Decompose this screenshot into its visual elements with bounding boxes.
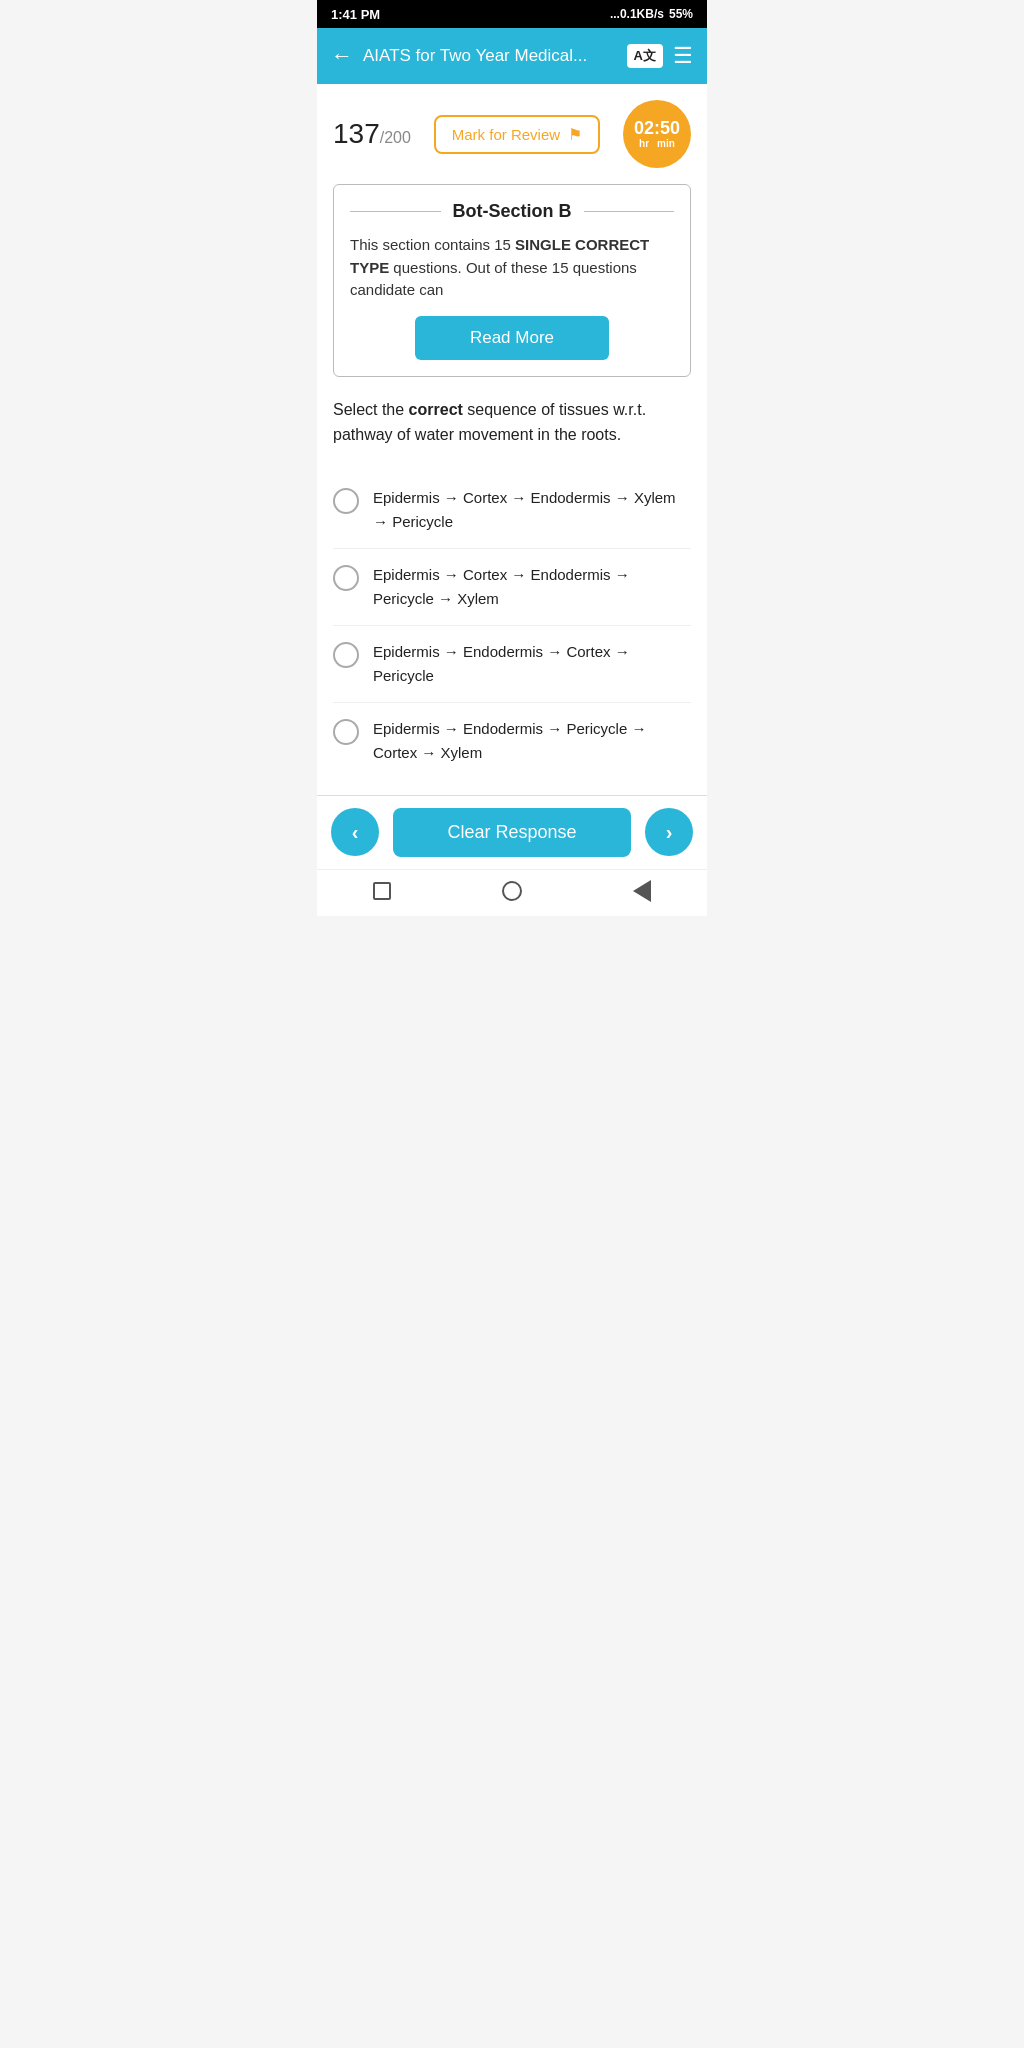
option-c-text: Epidermis → Endodermis → Cortex → Pericy… bbox=[373, 640, 691, 688]
option-b[interactable]: Epidermis → Cortex → Endodermis → Pericy… bbox=[333, 549, 691, 626]
question-header: 137/200 Mark for Review ⚑ 02:50 hr min bbox=[333, 100, 691, 168]
next-icon: › bbox=[666, 821, 673, 844]
option-d-text: Epidermis → Endodermis → Pericycle → Cor… bbox=[373, 717, 691, 765]
section-container: Bot-Section B This section contains 15 S… bbox=[333, 184, 691, 377]
section-title: Bot-Section B bbox=[441, 201, 584, 222]
translate-button[interactable]: A文 bbox=[627, 44, 663, 68]
clear-response-button[interactable]: Clear Response bbox=[393, 808, 631, 857]
section-title-wrap: Bot-Section B bbox=[350, 201, 674, 222]
radio-a[interactable] bbox=[333, 488, 359, 514]
mark-review-label: Mark for Review bbox=[452, 126, 560, 143]
question-number-group: 137/200 bbox=[333, 118, 411, 150]
prev-icon: ‹ bbox=[352, 821, 359, 844]
bottom-nav: ‹ Clear Response › bbox=[317, 795, 707, 869]
status-bar: 1:41 PM ...0.1KB/s 55% bbox=[317, 0, 707, 28]
circle-icon bbox=[502, 881, 522, 901]
triangle-icon bbox=[633, 880, 651, 902]
radio-b[interactable] bbox=[333, 565, 359, 591]
device-home-circle[interactable] bbox=[501, 880, 523, 902]
device-back-triangle[interactable] bbox=[631, 880, 653, 902]
radio-c[interactable] bbox=[333, 642, 359, 668]
status-time: 1:41 PM bbox=[331, 7, 380, 22]
nav-bar: ← AIATS for Two Year Medical... A文 ☰ bbox=[317, 28, 707, 84]
section-title-line-left bbox=[350, 211, 441, 212]
nav-title: AIATS for Two Year Medical... bbox=[363, 46, 617, 66]
option-b-text: Epidermis → Cortex → Endodermis → Pericy… bbox=[373, 563, 691, 611]
read-more-button[interactable]: Read More bbox=[415, 316, 609, 360]
main-content: 137/200 Mark for Review ⚑ 02:50 hr min B… bbox=[317, 84, 707, 795]
square-icon bbox=[373, 882, 391, 900]
question-number: 137 bbox=[333, 118, 380, 149]
question-text: Select the correct sequence of tissues w… bbox=[333, 397, 691, 448]
radio-d[interactable] bbox=[333, 719, 359, 745]
network-indicator: ...0.1KB/s bbox=[610, 7, 664, 21]
section-title-line-right bbox=[584, 211, 675, 212]
timer-labels: hr min bbox=[639, 138, 675, 149]
timer-hours: 02 bbox=[634, 118, 654, 138]
options-list: Epidermis → Cortex → Endodermis → Xylem … bbox=[333, 472, 691, 779]
question-total: /200 bbox=[380, 129, 411, 146]
battery-level: 55% bbox=[669, 7, 693, 21]
option-d[interactable]: Epidermis → Endodermis → Pericycle → Cor… bbox=[333, 703, 691, 779]
option-c[interactable]: Epidermis → Endodermis → Cortex → Pericy… bbox=[333, 626, 691, 703]
mark-review-button[interactable]: Mark for Review ⚑ bbox=[434, 115, 600, 154]
status-right: ...0.1KB/s 55% bbox=[610, 7, 693, 21]
flag-icon: ⚑ bbox=[568, 125, 582, 144]
timer-min-label: min bbox=[657, 138, 675, 149]
option-a[interactable]: Epidermis → Cortex → Endodermis → Xylem … bbox=[333, 472, 691, 549]
option-a-text: Epidermis → Cortex → Endodermis → Xylem … bbox=[373, 486, 691, 534]
menu-button[interactable]: ☰ bbox=[673, 43, 693, 69]
device-bottom-bar bbox=[317, 869, 707, 916]
prev-button[interactable]: ‹ bbox=[331, 808, 379, 856]
section-description: This section contains 15 SINGLE CORRECT … bbox=[350, 234, 674, 302]
timer-hr-label: hr bbox=[639, 138, 649, 149]
back-button[interactable]: ← bbox=[331, 43, 353, 69]
device-home-square[interactable] bbox=[371, 880, 393, 902]
next-button[interactable]: › bbox=[645, 808, 693, 856]
timer-time: 02:50 bbox=[634, 119, 680, 139]
timer-circle: 02:50 hr min bbox=[623, 100, 691, 168]
timer-minutes: 50 bbox=[660, 118, 680, 138]
